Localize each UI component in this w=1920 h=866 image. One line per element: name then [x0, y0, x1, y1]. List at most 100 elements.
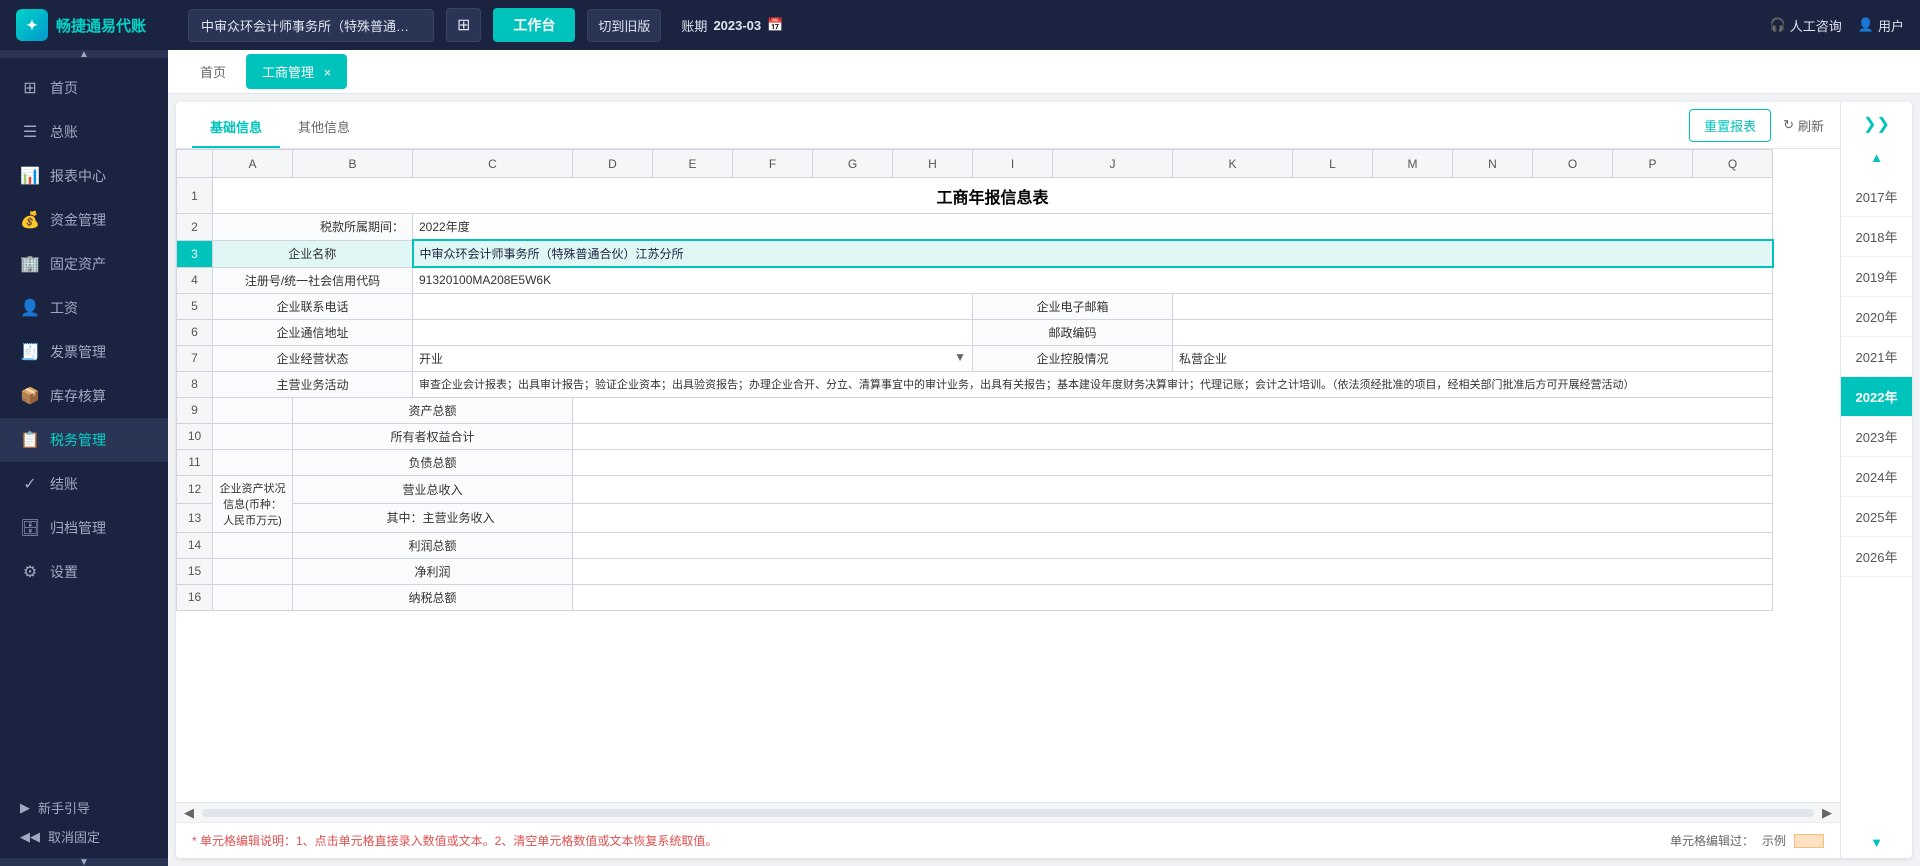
- sidebar-label-tax: 税务管理: [50, 430, 106, 450]
- year-item-2026[interactable]: 2026年: [1841, 537, 1912, 577]
- row10-value[interactable]: [573, 423, 1773, 449]
- row12-value[interactable]: [573, 475, 1773, 504]
- sidebar-item-ledger[interactable]: ☰ 总账: [0, 110, 168, 154]
- user-item[interactable]: 👤 用户: [1858, 16, 1904, 35]
- inventory-icon: 📦: [20, 386, 40, 406]
- tab-close-button[interactable]: ×: [324, 65, 332, 80]
- year-item-2018[interactable]: 2018年: [1841, 217, 1912, 257]
- table-row: 15 净利润: [177, 558, 1773, 584]
- row16-value[interactable]: [573, 584, 1773, 610]
- scroll-right-button[interactable]: ▶: [1818, 805, 1836, 821]
- row8-value[interactable]: 审查企业会计报表；出具审计报告；验证企业资本；出具验资报告；办理企业合开、分立、…: [413, 371, 1773, 397]
- row-num-5: 5: [177, 293, 213, 319]
- year-item-2021[interactable]: 2021年: [1841, 337, 1912, 377]
- row5-phone-value[interactable]: [413, 293, 973, 319]
- company-selector[interactable]: 中审众环会计师事务所（特殊普通合伙... ▼: [188, 9, 434, 42]
- year-item-2020[interactable]: 2020年: [1841, 297, 1912, 337]
- table-row: 4 注册号/统一社会信用代码 91320100MA208E5W6K: [177, 267, 1773, 293]
- year-scroll-down[interactable]: ▼: [1841, 827, 1912, 858]
- scroll-left-button[interactable]: ◀: [180, 805, 198, 821]
- year-collapse-left[interactable]: ❯❯: [1841, 106, 1912, 142]
- table-row: 11 负债总额: [177, 449, 1773, 475]
- row11-label: 负债总额: [293, 449, 573, 475]
- close-books-icon: ✓: [20, 474, 40, 494]
- year-item-2024[interactable]: 2024年: [1841, 457, 1912, 497]
- sidebar-label-inventory: 库存核算: [50, 386, 106, 406]
- support-item[interactable]: 🎧 人工咨询: [1770, 16, 1842, 35]
- sidebar-item-archive[interactable]: 🗄 归档管理: [0, 506, 168, 550]
- sidebar-label-invoice: 发票管理: [50, 342, 106, 362]
- period-value: 2023-03: [713, 18, 761, 33]
- title-cell[interactable]: 工商年报信息表: [213, 178, 1773, 214]
- sidebar-label-settings: 设置: [50, 562, 78, 582]
- sidebar-item-guide[interactable]: ▶ 新手引导: [20, 798, 148, 817]
- tab-business[interactable]: 工商管理 ×: [246, 54, 347, 89]
- row-num-14: 14: [177, 532, 213, 558]
- unpin-label: 取消固定: [48, 827, 100, 846]
- sidebar-item-home[interactable]: ⊞ 首页: [0, 66, 168, 110]
- horizontal-scrollbar[interactable]: ◀ ▶: [176, 802, 1840, 822]
- row15-empty: [213, 558, 293, 584]
- assets-icon: 🏢: [20, 254, 40, 274]
- sidebar-item-finance[interactable]: 💰 资金管理: [0, 198, 168, 242]
- row-num-8: 8: [177, 371, 213, 397]
- year-panel: ❯❯ ▲ 2017年 2018年 2019年 2020年 2021年 2022年…: [1840, 102, 1912, 858]
- switch-version-button[interactable]: 切到旧版: [587, 9, 661, 42]
- year-item-2022[interactable]: 2022年: [1841, 377, 1912, 417]
- row3-value[interactable]: 中审众环会计师事务所（特殊普通合伙）江苏分所: [413, 240, 1773, 267]
- row13-value[interactable]: [573, 504, 1773, 533]
- sidebar-item-payroll[interactable]: 👤 工资: [0, 286, 168, 330]
- sidebar-item-unpin[interactable]: ◀◀ 取消固定: [20, 827, 148, 846]
- row2-value[interactable]: 2022年度: [413, 214, 1773, 241]
- year-item-2017[interactable]: 2017年: [1841, 177, 1912, 217]
- row4-value[interactable]: 91320100MA208E5W6K: [413, 267, 1773, 293]
- archive-button[interactable]: ⊞: [446, 8, 481, 42]
- sidebar-item-close[interactable]: ✓ 结账: [0, 462, 168, 506]
- tab-basic-info[interactable]: 基础信息: [192, 107, 280, 148]
- row12-label: 营业总收入: [293, 475, 573, 504]
- sidebar-item-settings[interactable]: ⚙ 设置: [0, 550, 168, 594]
- sidebar-item-inventory[interactable]: 📦 库存核算: [0, 374, 168, 418]
- main-panel: 基础信息 其他信息 重置报表 ↻ 刷新: [176, 102, 1912, 858]
- reset-button[interactable]: 重置报表: [1689, 109, 1771, 142]
- sidebar-item-invoice[interactable]: 🧾 发票管理: [0, 330, 168, 374]
- year-item-2025[interactable]: 2025年: [1841, 497, 1912, 537]
- row-num-12: 12: [177, 475, 213, 504]
- row15-value[interactable]: [573, 558, 1773, 584]
- col-n: N: [1453, 150, 1533, 178]
- payroll-icon: 👤: [20, 298, 40, 318]
- table-row: 1 工商年报信息表: [177, 178, 1773, 214]
- logo-icon: ✦: [16, 9, 48, 41]
- table-row: 7 企业经营状态 开业 ▼ 企业控股情况 私营企业: [177, 345, 1773, 371]
- year-list: 2017年 2018年 2019年 2020年 2021年 2022年 2023…: [1841, 177, 1912, 577]
- user-icon: 👤: [1858, 17, 1874, 33]
- row7-control-value[interactable]: 私营企业: [1173, 345, 1773, 371]
- row11-value[interactable]: [573, 449, 1773, 475]
- row6-zip-value[interactable]: [1173, 319, 1773, 345]
- tab-home[interactable]: 首页: [184, 54, 242, 89]
- row14-value[interactable]: [573, 532, 1773, 558]
- row12-group-label: 企业资产状况信息(币种：人民币万元): [213, 475, 293, 532]
- row6-address-value[interactable]: [413, 319, 973, 345]
- sidebar-item-assets[interactable]: 🏢 固定资产: [0, 242, 168, 286]
- row16-label: 纳税总额: [293, 584, 573, 610]
- row5-email-value[interactable]: [1173, 293, 1773, 319]
- row4-label: 注册号/统一社会信用代码: [213, 267, 413, 293]
- sidebar-item-reports[interactable]: 📊 报表中心: [0, 154, 168, 198]
- table-row: 6 企业通信地址 邮政编码: [177, 319, 1773, 345]
- calendar-icon[interactable]: 📅: [767, 17, 783, 33]
- sidebar-item-tax[interactable]: 📋 税务管理: [0, 418, 168, 462]
- row5-label: 企业联系电话: [213, 293, 413, 319]
- year-item-2019[interactable]: 2019年: [1841, 257, 1912, 297]
- row9-value[interactable]: [573, 397, 1773, 423]
- tab-other-info[interactable]: 其他信息: [280, 107, 368, 148]
- year-item-2023[interactable]: 2023年: [1841, 417, 1912, 457]
- year-scroll-up[interactable]: ▲: [1841, 142, 1912, 173]
- sidebar-scroll-down[interactable]: ▼: [0, 858, 168, 866]
- workbench-button[interactable]: 工作台: [493, 8, 575, 42]
- table-wrapper[interactable]: A B C D E F G H I J K L: [176, 149, 1840, 802]
- refresh-button[interactable]: ↻ 刷新: [1783, 116, 1824, 135]
- row7-status-value[interactable]: 开业 ▼: [413, 345, 973, 371]
- scroll-track[interactable]: [202, 809, 1814, 817]
- sidebar-scroll-up[interactable]: ▲: [0, 50, 168, 58]
